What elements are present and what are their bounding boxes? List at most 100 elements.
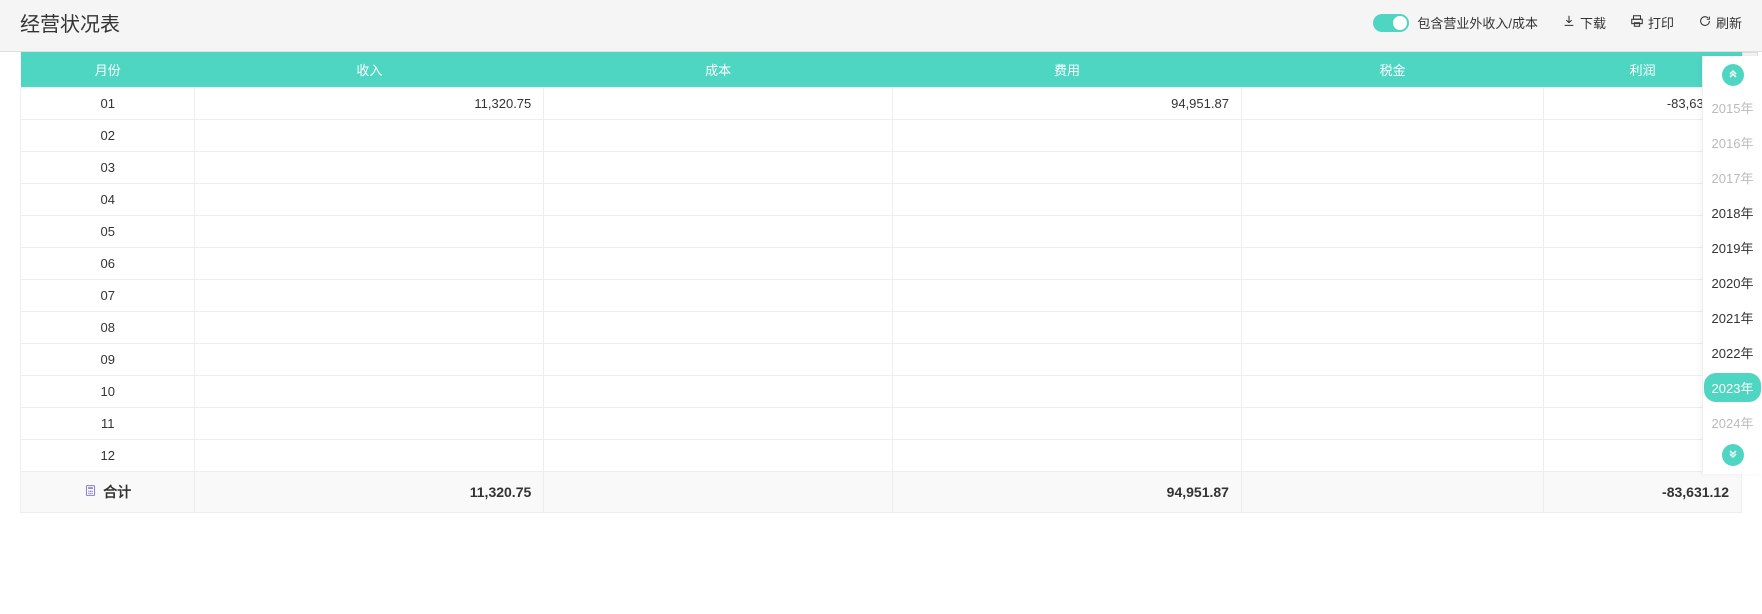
cell-expense[interactable] — [893, 120, 1242, 152]
year-item: 2017年 — [1704, 160, 1762, 195]
cell-revenue[interactable] — [195, 344, 544, 376]
cell-month[interactable]: 08 — [21, 312, 195, 344]
cell-revenue[interactable] — [195, 152, 544, 184]
cell-revenue[interactable] — [195, 376, 544, 408]
cell-cost[interactable] — [544, 440, 893, 472]
cell-month[interactable]: 11 — [21, 408, 195, 440]
refresh-icon — [1698, 14, 1712, 31]
cell-tax[interactable] — [1241, 88, 1543, 120]
cell-expense[interactable] — [893, 440, 1242, 472]
cell-month[interactable]: 02 — [21, 120, 195, 152]
cell-cost[interactable] — [544, 344, 893, 376]
business-table: 月份 收入 成本 费用 税金 利润 0111,320.75 94,951.87 -8… — [20, 52, 1742, 513]
cell-cost[interactable] — [544, 184, 893, 216]
cell-cost[interactable] — [544, 120, 893, 152]
page-header: 经营状况表 包含营业外收入/成本 下载 打印 — [0, 0, 1762, 52]
cell-month[interactable]: 06 — [21, 248, 195, 280]
cell-cost[interactable] — [544, 248, 893, 280]
col-tax: 税金 — [1241, 52, 1543, 88]
cell-revenue[interactable] — [195, 216, 544, 248]
print-icon — [1630, 14, 1644, 31]
cell-cost[interactable] — [544, 88, 893, 120]
cell-month[interactable]: 12 — [21, 440, 195, 472]
cell-expense[interactable] — [893, 280, 1242, 312]
cell-revenue[interactable] — [195, 280, 544, 312]
table-row: 05 — [21, 216, 1742, 248]
cell-tax[interactable] — [1241, 408, 1543, 440]
cell-revenue[interactable] — [195, 120, 544, 152]
cell-month[interactable]: 03 — [21, 152, 195, 184]
cell-expense[interactable] — [893, 408, 1242, 440]
total-label-cell: 合计 — [21, 472, 195, 513]
cell-revenue[interactable] — [195, 184, 544, 216]
cell-tax[interactable] — [1241, 376, 1543, 408]
year-item: 2024年 — [1704, 405, 1762, 440]
cell-expense[interactable]: 94,951.87 — [893, 88, 1242, 120]
cell-month[interactable]: 10 — [21, 376, 195, 408]
year-item[interactable]: 2018年 — [1704, 195, 1762, 230]
cell-expense[interactable] — [893, 344, 1242, 376]
include-nonoperating-toggle[interactable] — [1373, 14, 1409, 32]
cell-tax[interactable] — [1241, 280, 1543, 312]
cell-month[interactable]: 01 — [21, 88, 195, 120]
col-cost: 成本 — [544, 52, 893, 88]
table-row: 12 — [21, 440, 1742, 472]
cell-tax[interactable] — [1241, 248, 1543, 280]
page-title: 经营状况表 — [20, 8, 120, 37]
cell-tax[interactable] — [1241, 184, 1543, 216]
cell-expense[interactable] — [893, 152, 1242, 184]
cell-tax[interactable] — [1241, 344, 1543, 376]
year-scroll-up-button[interactable] — [1722, 64, 1744, 86]
cell-expense[interactable] — [893, 248, 1242, 280]
refresh-button[interactable]: 刷新 — [1698, 13, 1742, 32]
year-item[interactable]: 2022年 — [1704, 335, 1762, 370]
toggle-label: 包含营业外收入/成本 — [1417, 13, 1538, 32]
cell-tax[interactable] — [1241, 152, 1543, 184]
header-actions: 包含营业外收入/成本 下载 打印 刷新 — [1373, 13, 1742, 32]
cell-cost[interactable] — [544, 216, 893, 248]
include-nonoperating-toggle-wrap: 包含营业外收入/成本 — [1373, 13, 1538, 32]
total-cost — [544, 472, 893, 513]
print-label: 打印 — [1648, 13, 1674, 32]
cell-expense[interactable] — [893, 376, 1242, 408]
cell-month[interactable]: 09 — [21, 344, 195, 376]
cell-revenue[interactable] — [195, 312, 544, 344]
table-header-row: 月份 收入 成本 费用 税金 利润 — [21, 52, 1742, 88]
cell-cost[interactable] — [544, 408, 893, 440]
cell-tax[interactable] — [1241, 120, 1543, 152]
print-button[interactable]: 打印 — [1630, 13, 1674, 32]
table-row: 11 — [21, 408, 1742, 440]
total-label: 合计 — [103, 482, 131, 502]
year-item[interactable]: 2020年 — [1704, 265, 1762, 300]
cell-expense[interactable] — [893, 312, 1242, 344]
cell-revenue[interactable]: 11,320.75 — [195, 88, 544, 120]
year-item[interactable]: 2023年 — [1704, 373, 1762, 402]
toggle-knob — [1393, 16, 1407, 30]
table-row: 03 — [21, 152, 1742, 184]
total-profit: -83,631.12 — [1544, 472, 1742, 513]
cell-cost[interactable] — [544, 376, 893, 408]
cell-month[interactable]: 05 — [21, 216, 195, 248]
cell-cost[interactable] — [544, 312, 893, 344]
cell-tax[interactable] — [1241, 312, 1543, 344]
cell-revenue[interactable] — [195, 440, 544, 472]
cell-revenue[interactable] — [195, 408, 544, 440]
cell-cost[interactable] — [544, 152, 893, 184]
col-revenue: 收入 — [195, 52, 544, 88]
cell-revenue[interactable] — [195, 248, 544, 280]
cell-month[interactable]: 07 — [21, 280, 195, 312]
cell-expense[interactable] — [893, 216, 1242, 248]
cell-tax[interactable] — [1241, 216, 1543, 248]
table-row: 0111,320.7594,951.87-83,631.12 — [21, 88, 1742, 120]
cell-cost[interactable] — [544, 280, 893, 312]
cell-expense[interactable] — [893, 184, 1242, 216]
cell-month[interactable]: 04 — [21, 184, 195, 216]
cell-tax[interactable] — [1241, 440, 1543, 472]
year-item[interactable]: 2019年 — [1704, 230, 1762, 265]
table-row: 08 — [21, 312, 1742, 344]
year-item[interactable]: 2021年 — [1704, 300, 1762, 335]
col-expense: 费用 — [893, 52, 1242, 88]
download-button[interactable]: 下载 — [1562, 13, 1606, 32]
year-scroll-down-button[interactable] — [1722, 444, 1744, 466]
year-nav: 2015年2016年2017年2018年2019年2020年2021年2022年… — [1702, 56, 1762, 474]
